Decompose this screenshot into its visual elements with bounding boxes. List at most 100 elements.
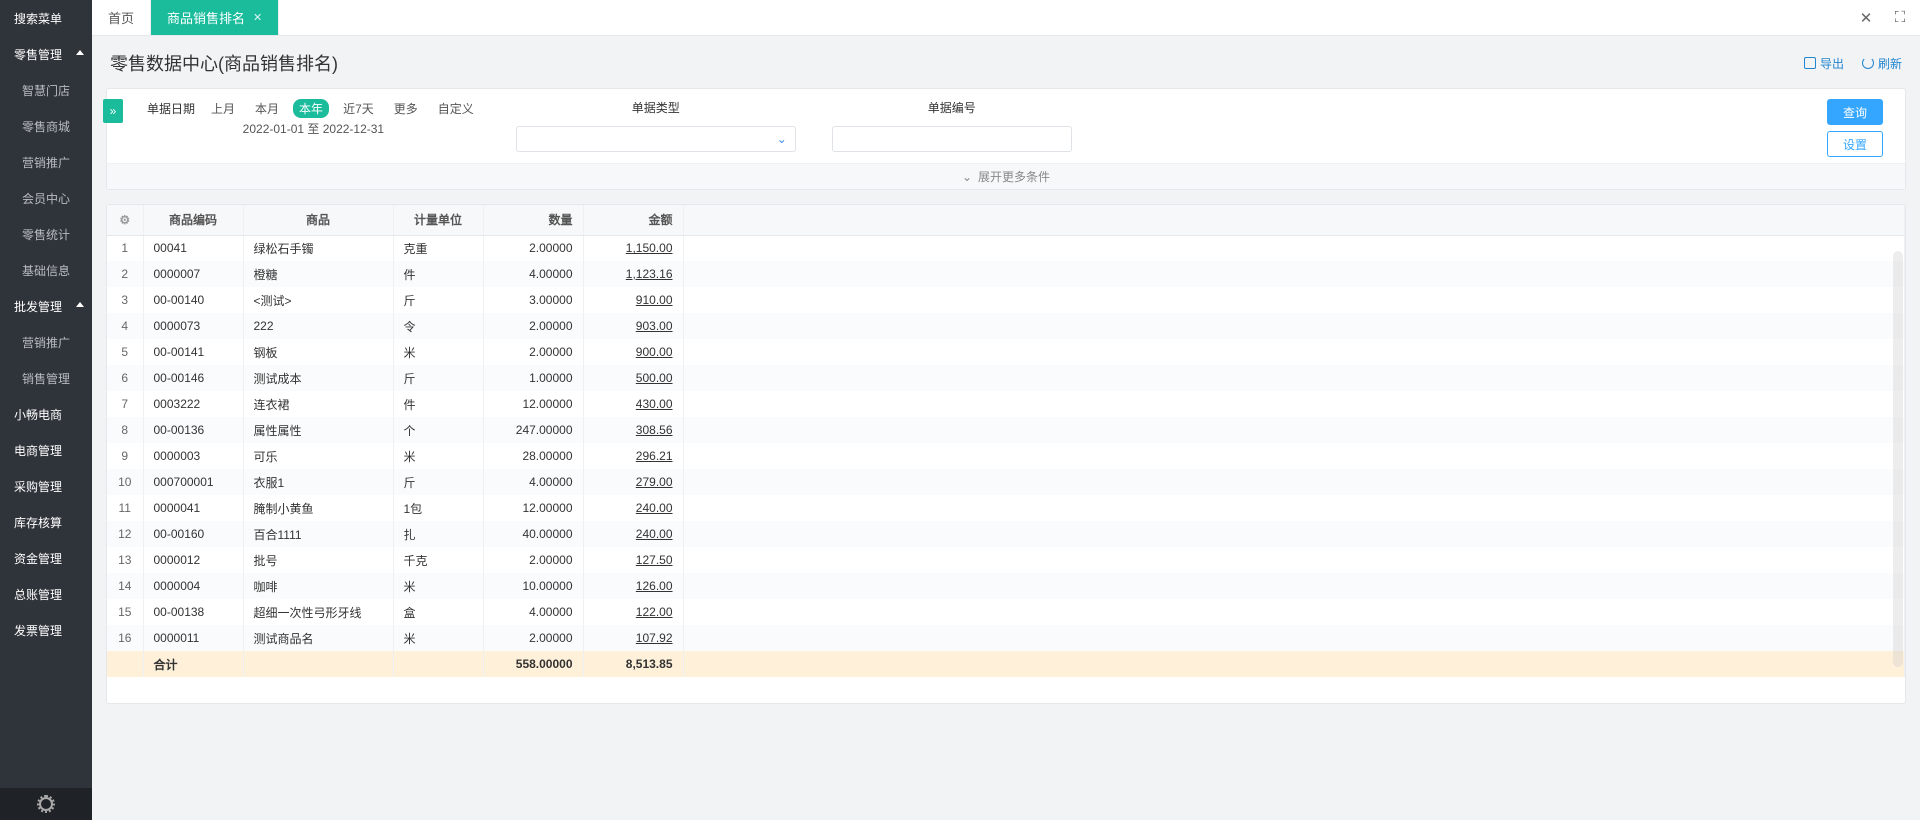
sidebar-item-ledger[interactable]: 总账管理 [0,576,92,612]
cell-amt[interactable]: 1,123.16 [583,261,683,287]
cell-code: 00-00136 [143,417,243,443]
preset-this-month[interactable]: 本月 [249,99,285,118]
th-qty[interactable]: 数量 [483,205,583,235]
table-row[interactable]: 1500-00138超细一次性弓形牙线盒4.00000122.00 [107,599,1905,625]
close-icon[interactable]: ✕ [253,11,262,24]
expand-filters[interactable]: ⌄ 展开更多条件 [107,163,1905,189]
th-code[interactable]: 商品编码 [143,205,243,235]
th-unit[interactable]: 计量单位 [393,205,483,235]
cell-amt[interactable]: 127.50 [583,547,683,573]
cell-spacer [683,235,1905,261]
sidebar-item-marketing[interactable]: 营销推广 [0,144,92,180]
tab-home[interactable]: 首页 [92,0,151,35]
cell-idx: 8 [107,417,143,443]
export-button[interactable]: 导出 [1804,55,1844,72]
cell-amt[interactable]: 126.00 [583,573,683,599]
preset-more[interactable]: 更多 [388,99,424,118]
cell-qty: 10.00000 [483,573,583,599]
preset-last-month[interactable]: 上月 [205,99,241,118]
fullscreen-icon[interactable]: ⛶ [1890,8,1910,28]
tab-product-sales-rank[interactable]: 商品销售排名 ✕ [151,0,279,35]
sidebar-item-member-center[interactable]: 会员中心 [0,180,92,216]
cell-amt[interactable]: 1,150.00 [583,235,683,261]
type-label: 单据类型 [632,99,680,116]
cell-qty: 4.00000 [483,469,583,495]
cell-unit: 斤 [393,287,483,313]
table-row[interactable]: 40000073222令2.00000903.00 [107,313,1905,339]
table-row[interactable]: 20000007橙糖件4.000001,123.16 [107,261,1905,287]
query-button[interactable]: 查询 [1827,99,1883,125]
sidebar-item-inventory[interactable]: 库存核算 [0,504,92,540]
cell-amt[interactable]: 430.00 [583,391,683,417]
sidebar-item-ecom2[interactable]: 电商管理 [0,432,92,468]
sidebar-settings[interactable] [0,788,92,820]
sidebar-item-marketing2[interactable]: 营销推广 [0,324,92,360]
cell-amt[interactable]: 900.00 [583,339,683,365]
cell-name: 测试成本 [243,365,393,391]
table-settings-icon[interactable]: ⚙ [107,205,143,235]
refresh-button[interactable]: 刷新 [1862,55,1902,72]
sidebar-item-basic-info[interactable]: 基础信息 [0,252,92,288]
cell-qty: 3.00000 [483,287,583,313]
sidebar-item-ecom1[interactable]: 小畅电商 [0,396,92,432]
cell-amt[interactable]: 500.00 [583,365,683,391]
table-row[interactable]: 110000041腌制小黄鱼1包12.00000240.00 [107,495,1905,521]
cell-name: 钢板 [243,339,393,365]
table-row[interactable]: 70003222连衣裙件12.00000430.00 [107,391,1905,417]
sidebar-item-funds[interactable]: 资金管理 [0,540,92,576]
table-row[interactable]: 500-00141钢板米2.00000900.00 [107,339,1905,365]
preset-7days[interactable]: 近7天 [337,99,380,118]
scrollbar[interactable] [1893,251,1903,667]
cell-amt[interactable]: 122.00 [583,599,683,625]
sidebar-item-purchase[interactable]: 采购管理 [0,468,92,504]
table-row[interactable]: 130000012批号千克2.00000127.50 [107,547,1905,573]
sidebar-item-invoice[interactable]: 发票管理 [0,612,92,648]
date-label: 单据日期 [147,100,195,117]
cell-amt[interactable]: 107.92 [583,625,683,651]
cell-spacer [683,625,1905,651]
sidebar-section-wholesale[interactable]: 批发管理 [0,288,92,324]
table-row[interactable]: 100041绿松石手镯克重2.000001,150.00 [107,235,1905,261]
preset-this-year[interactable]: 本年 [293,99,329,118]
sidebar-item-retail-mall[interactable]: 零售商城 [0,108,92,144]
no-input[interactable] [832,126,1072,152]
cell-amt[interactable]: 903.00 [583,313,683,339]
th-name[interactable]: 商品 [243,205,393,235]
sidebar: 搜索菜单 零售管理 智慧门店 零售商城 营销推广 会员中心 零售统计 基础信息 … [0,0,92,820]
table-row[interactable]: 140000004咖啡米10.00000126.00 [107,573,1905,599]
table-header-row: ⚙ 商品编码 商品 计量单位 数量 金额 [107,205,1905,235]
sidebar-item-sales-mgmt[interactable]: 销售管理 [0,360,92,396]
table-row[interactable]: 90000003可乐米28.00000296.21 [107,443,1905,469]
table-row[interactable]: 800-00136属性属性个247.00000308.56 [107,417,1905,443]
settings-button[interactable]: 设置 [1827,131,1883,157]
sidebar-item-smart-store[interactable]: 智慧门店 [0,72,92,108]
cell-amt[interactable]: 240.00 [583,521,683,547]
cell-amt[interactable]: 308.56 [583,417,683,443]
cell-spacer [683,365,1905,391]
table-row[interactable]: 1200-00160百合1111扎40.00000240.00 [107,521,1905,547]
table-row[interactable]: 160000011测试商品名米2.00000107.92 [107,625,1905,651]
sidebar-section-retail[interactable]: 零售管理 [0,36,92,72]
cell-amt[interactable]: 296.21 [583,443,683,469]
table-row[interactable]: 300-00140<测试>斤3.00000910.00 [107,287,1905,313]
sidebar-item-retail-stats[interactable]: 零售统计 [0,216,92,252]
cell-code: 00-00160 [143,521,243,547]
sidebar-search[interactable]: 搜索菜单 [0,0,92,36]
table-total-row: 合计558.000008,513.85 [107,651,1905,677]
close-all-icon[interactable]: ✕ [1856,8,1876,28]
th-amt[interactable]: 金额 [583,205,683,235]
filter-collapse-toggle[interactable]: » [103,99,123,123]
type-select[interactable]: ⌄ [516,126,796,152]
cell-amt[interactable]: 240.00 [583,495,683,521]
cell-code: 00-00141 [143,339,243,365]
cell-unit: 件 [393,261,483,287]
cell-amt[interactable]: 279.00 [583,469,683,495]
table-row[interactable]: 10000700001衣服1斤4.00000279.00 [107,469,1905,495]
preset-custom[interactable]: 自定义 [432,99,480,118]
cell-name: 腌制小黄鱼 [243,495,393,521]
cell-amt[interactable]: 910.00 [583,287,683,313]
table-row[interactable]: 600-00146测试成本斤1.00000500.00 [107,365,1905,391]
cell-unit: 千克 [393,547,483,573]
tab-label: 商品销售排名 [167,8,245,27]
cell-name: 百合1111 [243,521,393,547]
